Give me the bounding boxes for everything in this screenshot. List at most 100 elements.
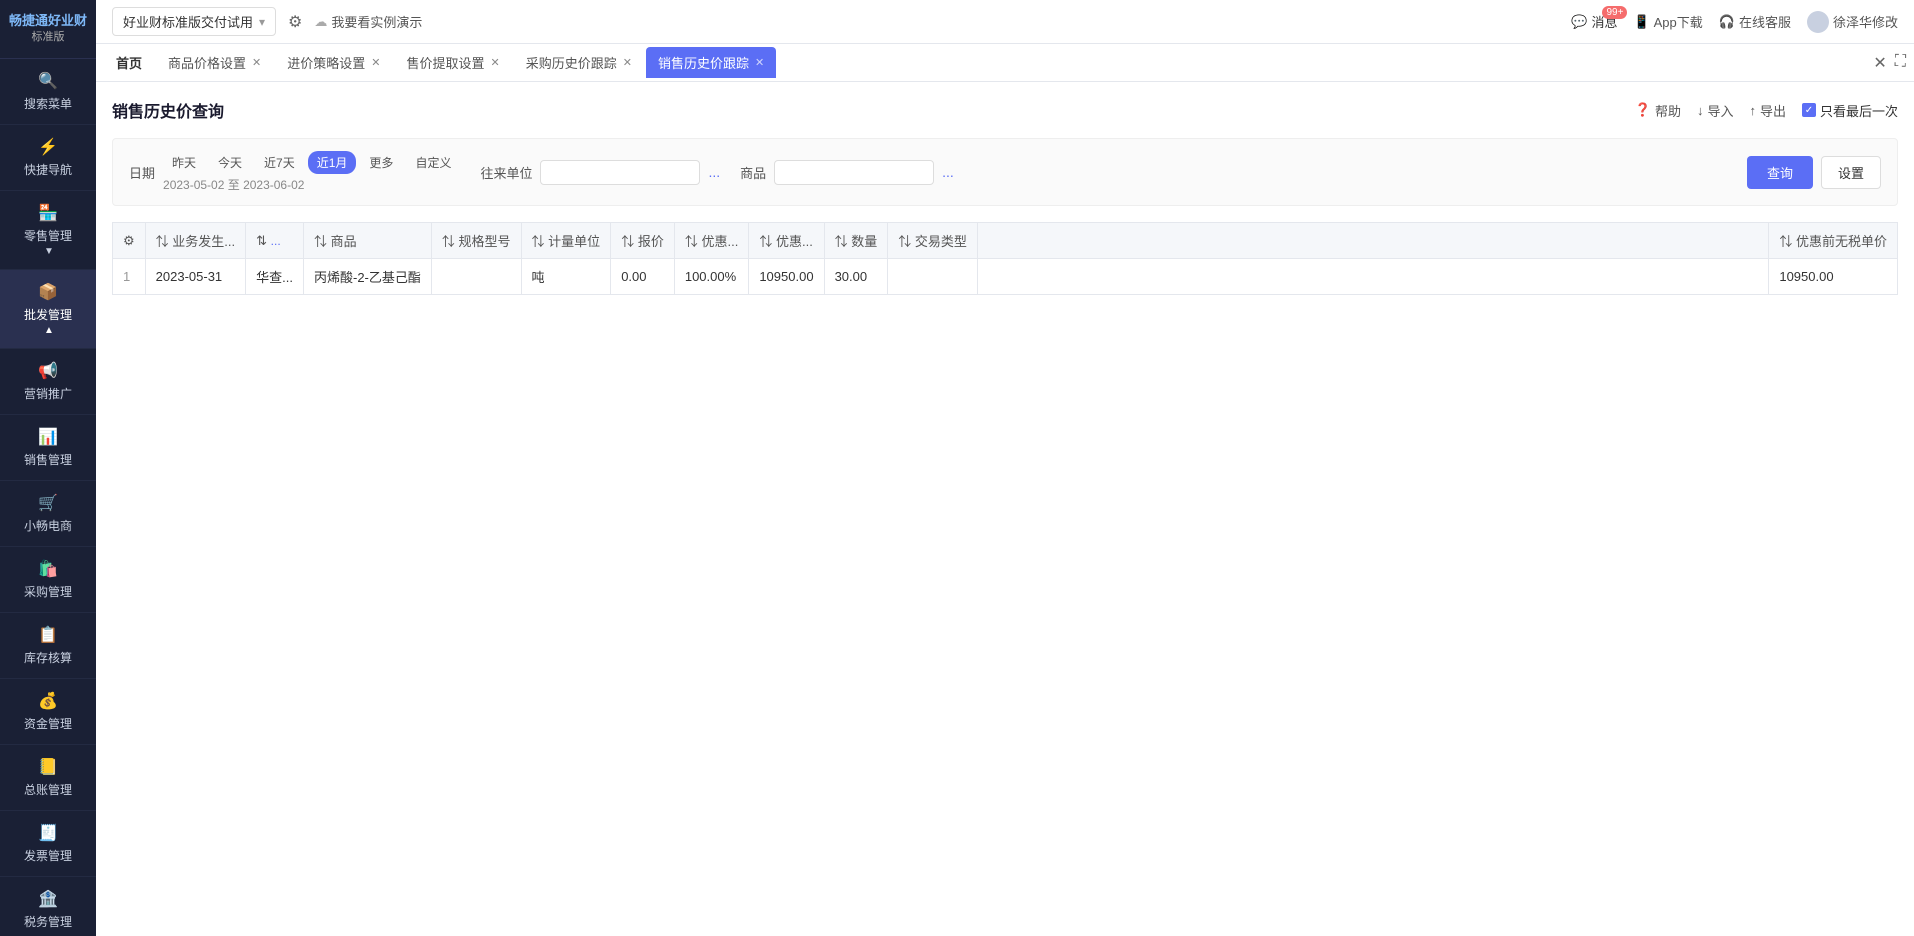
sort-icon: ⇅: [898, 234, 911, 249]
close-icon[interactable]: ✕: [491, 56, 500, 69]
col-discount-amt[interactable]: ⇅ 优惠...: [749, 223, 824, 259]
date-btn-today[interactable]: 今天: [209, 151, 251, 174]
page-header: 销售历史价查询 ❓ 帮助 ↓ 导入 ↑ 导出 ✓ 只看最后一次: [112, 98, 1898, 122]
col-unit[interactable]: ⇅ 计量单位: [521, 223, 611, 259]
app-download-button[interactable]: 📱 App下载: [1633, 12, 1702, 31]
date-filter-group: 日期 昨天 今天 近7天 近1月 更多 自定义 2023-05-02 至 202…: [129, 151, 460, 193]
sidebar-item-search-menu[interactable]: 🔍 搜索菜单: [0, 59, 96, 125]
phone-icon: 📱: [1633, 14, 1649, 30]
gear-icon: ⚙: [288, 14, 302, 31]
source-unit-dots[interactable]: ...: [708, 164, 720, 180]
col-spec[interactable]: ⇅ 规格型号: [431, 223, 521, 259]
cell-discount-pct: 100.00%: [674, 259, 748, 295]
version-selector[interactable]: 好业财标准版交付试用 ▾: [112, 7, 276, 36]
date-shortcut-buttons: 昨天 今天 近7天 近1月 更多 自定义: [163, 151, 460, 174]
cell-price: 0.00: [611, 259, 675, 295]
user-menu-button[interactable]: 徐泽华修改: [1807, 11, 1898, 33]
col-qty[interactable]: ⇅ 数量: [824, 223, 888, 259]
product-input[interactable]: [774, 160, 934, 185]
cell-product: 丙烯酸-2-乙基己酯: [303, 259, 431, 295]
sort-icon: ⇅: [835, 234, 848, 249]
close-tab-button[interactable]: ✕: [1873, 53, 1886, 73]
col-product[interactable]: ⇅ 商品: [303, 223, 431, 259]
filter-bar: 日期 昨天 今天 近7天 近1月 更多 自定义 2023-05-02 至 202…: [112, 138, 1898, 206]
close-icon[interactable]: ✕: [755, 56, 764, 69]
sidebar-item-inventory[interactable]: 📋 库存核算: [0, 613, 96, 679]
close-icon[interactable]: ✕: [252, 56, 261, 69]
page-actions: ❓ 帮助 ↓ 导入 ↑ 导出 ✓ 只看最后一次: [1635, 101, 1898, 120]
tab-product-price[interactable]: 商品价格设置 ✕: [156, 47, 273, 78]
date-btn-last1m[interactable]: 近1月: [308, 151, 357, 174]
sidebar-item-purchase[interactable]: 🛍️ 采购管理: [0, 547, 96, 613]
sidebar-item-ecom-small[interactable]: 🛒 小畅电商: [0, 481, 96, 547]
content-area: 销售历史价查询 ❓ 帮助 ↓ 导入 ↑ 导出 ✓ 只看最后一次: [96, 82, 1914, 936]
app-download-label: App下载: [1654, 12, 1703, 31]
logo-sub: 标准版: [8, 30, 88, 45]
collapse-arrow: ▲: [44, 325, 54, 336]
tab-price-strategy[interactable]: 进价策略设置 ✕: [275, 47, 392, 78]
filter-actions: 查询 设置: [1747, 156, 1881, 189]
source-unit-input[interactable]: [540, 160, 700, 185]
topbar-settings-button[interactable]: ⚙: [288, 12, 302, 32]
sort-up-icon: ⇅: [256, 233, 267, 248]
cell-biz-date: 2023-05-31: [145, 259, 245, 295]
query-button[interactable]: 查询: [1747, 156, 1813, 189]
product-filter-group: 商品 ...: [740, 160, 954, 185]
cloud-icon: ☁: [314, 14, 327, 30]
col-more[interactable]: ⇅ ...: [246, 223, 304, 259]
col-discount-pct[interactable]: ⇅ 优惠...: [674, 223, 748, 259]
online-service-button[interactable]: 🎧 在线客服: [1719, 12, 1791, 31]
message-badge: 99+: [1602, 6, 1627, 19]
tab-price-extract[interactable]: 售价提取设置 ✕: [394, 47, 511, 78]
sidebar-item-finance[interactable]: 💰 资金管理: [0, 679, 96, 745]
tab-purchase-history[interactable]: 采购历史价跟踪 ✕: [514, 47, 644, 78]
tabbar: 首页 商品价格设置 ✕ 进价策略设置 ✕ 售价提取设置 ✕ 采购历史价跟踪 ✕ …: [96, 44, 1914, 82]
expand-tab-button[interactable]: ⛶: [1895, 53, 1906, 73]
sort-icon: ⇅: [1779, 234, 1792, 249]
setting-button[interactable]: 设置: [1821, 156, 1881, 189]
inventory-icon: 📋: [38, 625, 58, 645]
sidebar-item-wholesale[interactable]: 📦 批发管理 ▲: [0, 270, 96, 349]
col-price[interactable]: ⇅ 报价: [611, 223, 675, 259]
help-link[interactable]: ❓ 帮助: [1635, 101, 1681, 120]
last-only-checkbox[interactable]: ✓ 只看最后一次: [1802, 101, 1898, 120]
sales-icon: 📊: [38, 427, 58, 447]
sidebar-item-retail[interactable]: 🏪 零售管理 ▼: [0, 191, 96, 270]
source-unit-filter-group: 往来单位 ...: [480, 160, 720, 185]
sidebar-item-general-ledger[interactable]: 📒 总账管理: [0, 745, 96, 811]
sidebar-item-sales[interactable]: 📊 销售管理: [0, 415, 96, 481]
sidebar-item-marketing[interactable]: 📢 营销推广: [0, 349, 96, 415]
date-btn-custom[interactable]: 自定义: [406, 151, 460, 174]
date-btn-yesterday[interactable]: 昨天: [163, 151, 205, 174]
col-pretax-price[interactable]: ⇅ 优惠前无税单价: [1769, 223, 1898, 259]
topbar: 好业财标准版交付试用 ▾ ⚙ ☁ 我要看实例演示 💬 消息 99+ 📱 App下…: [96, 0, 1914, 44]
product-dots[interactable]: ...: [942, 164, 954, 180]
lightning-icon: ⚡: [38, 137, 58, 157]
close-icon[interactable]: ✕: [623, 56, 632, 69]
online-service-label: 在线客服: [1739, 12, 1791, 31]
finance-icon: 💰: [38, 691, 58, 711]
col-gear[interactable]: ⚙: [113, 223, 146, 259]
table-row: 1 2023-05-31 华查... 丙烯酸-2-乙基己酯 吨 0.00 100…: [113, 259, 1898, 295]
tab-sales-history[interactable]: 销售历史价跟踪 ✕: [646, 47, 776, 78]
ecom-small-icon: 🛒: [38, 493, 58, 513]
export-link[interactable]: ↑ 导出: [1749, 101, 1786, 120]
col-tx-type[interactable]: ⇅ 交易类型: [888, 223, 978, 259]
sidebar-item-tax[interactable]: 🏦 税务管理: [0, 877, 96, 936]
col-biz-date[interactable]: ⇅ 业务发生...: [145, 223, 245, 259]
date-btn-last7[interactable]: 近7天: [255, 151, 304, 174]
sidebar-item-quick-nav[interactable]: ⚡ 快捷导航: [0, 125, 96, 191]
demo-link[interactable]: ☁ 我要看实例演示: [314, 12, 422, 31]
wholesale-icon: 📦: [38, 282, 58, 302]
sidebar-item-invoice[interactable]: 🧾 发票管理: [0, 811, 96, 877]
tab-home[interactable]: 首页: [104, 47, 154, 78]
close-icon[interactable]: ✕: [371, 56, 380, 69]
version-text: 好业财标准版交付试用: [123, 12, 253, 31]
help-icon: ❓: [1635, 102, 1651, 118]
app-logo: 畅捷通好业财 标准版: [0, 0, 96, 59]
message-button[interactable]: 💬 消息 99+: [1571, 12, 1617, 31]
search-icon: 🔍: [38, 71, 58, 91]
date-btn-more[interactable]: 更多: [360, 151, 402, 174]
import-link[interactable]: ↓ 导入: [1697, 101, 1734, 120]
product-label: 商品: [740, 163, 766, 182]
